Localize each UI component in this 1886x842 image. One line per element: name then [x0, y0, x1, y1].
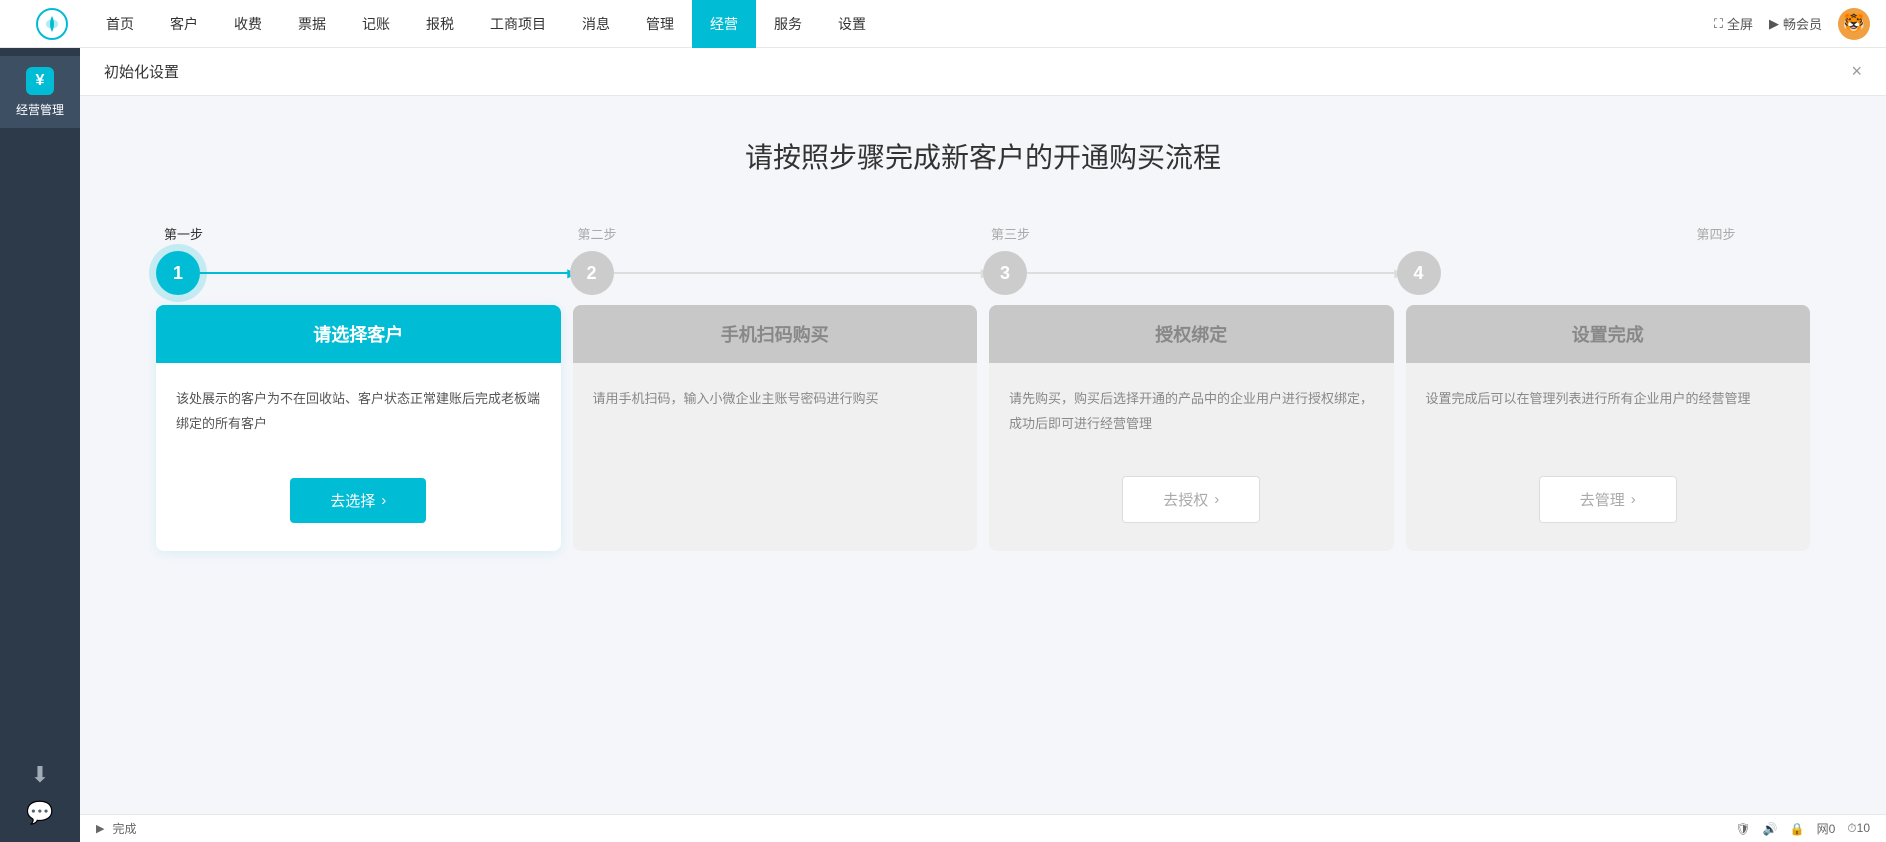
steps-progress: 第一步 1 ▶ 第二步 2 ▶ — [140, 224, 1826, 295]
time-status: ⏱10 — [1847, 821, 1870, 836]
avatar-img: 🐯 — [1838, 8, 1870, 40]
card1-body: 该处展示的客户为不在回收站、客户状态正常建账后完成老板端绑定的所有客户 — [156, 363, 561, 462]
step-card-4: 设置完成 设置完成后可以在管理列表进行所有企业用户的经营管理 去管理 › — [1406, 305, 1811, 551]
nav-item-business[interactable]: 工商项目 — [472, 0, 564, 48]
step-card-2: 手机扫码购买 请用手机扫码，输入小微企业主账号密码进行购买 — [573, 305, 978, 551]
vip-btn[interactable]: ▶ 畅会员 — [1769, 14, 1822, 33]
step2-connector: 2 ▶ — [570, 251, 984, 295]
step3-line: ▶ — [1027, 272, 1397, 274]
nav-item-service[interactable]: 服务 — [756, 0, 820, 48]
card3-title: 授权绑定 — [989, 305, 1394, 363]
step-cards: 请选择客户 该处展示的客户为不在回收站、客户状态正常建账后完成老板端绑定的所有客… — [140, 305, 1826, 551]
go-manage-label: 去管理 — [1580, 489, 1625, 510]
lock-icon: 🔒 — [1790, 822, 1805, 836]
nav-right: ⛶ 全屏 ▶ 畅会员 🐯 — [1714, 8, 1870, 40]
play-icon: ▶ — [96, 822, 104, 835]
nav-item-charge[interactable]: 收费 — [216, 0, 280, 48]
go-manage-arrow: › — [1631, 491, 1636, 508]
card2-footer — [573, 507, 978, 551]
nav-item-settings[interactable]: 设置 — [820, 0, 884, 48]
go-manage-button[interactable]: 去管理 › — [1539, 476, 1677, 523]
sidebar: ¥ 经营管理 ⬇ 💬 — [0, 48, 80, 842]
nav-item-home[interactable]: 首页 — [88, 0, 152, 48]
operation-icon-symbol: ¥ — [36, 72, 45, 90]
step1-circle: 1 — [156, 251, 200, 295]
step2-circle: 2 — [570, 251, 614, 295]
step-header-1: 第一步 1 ▶ — [156, 224, 570, 295]
download-btn[interactable]: ⬇ — [31, 762, 49, 788]
page-title: 初始化设置 — [104, 61, 179, 82]
card3-body: 请先购买，购买后选择开通的产品中的企业用户进行授权绑定，成功后即可进行经营管理 — [989, 363, 1394, 460]
step1-label: 第一步 — [156, 224, 203, 243]
content-area: 初始化设置 × 请按照步骤完成新客户的开通购买流程 第一步 1 ▶ — [80, 48, 1886, 842]
page-content: 请按照步骤完成新客户的开通购买流程 第一步 1 ▶ 第二步 — [80, 96, 1886, 814]
nav-item-customer[interactable]: 客户 — [152, 0, 216, 48]
card1-title: 请选择客户 — [156, 305, 561, 363]
card3-footer: 去授权 › — [989, 460, 1394, 551]
status-left: ▶ 完成 — [96, 820, 136, 837]
page-header: 初始化设置 × — [80, 48, 1886, 96]
step3-connector: 3 ▶ — [983, 251, 1397, 295]
status-right: 🛡 🔊 🔒 网0 ⏱10 — [1735, 820, 1870, 837]
step-header-4: 第四步 4 — [1397, 224, 1811, 295]
fullscreen-btn[interactable]: ⛶ 全屏 — [1714, 14, 1753, 33]
nav-item-manage[interactable]: 管理 — [628, 0, 692, 48]
nav-logo — [16, 8, 88, 40]
card2-body: 请用手机扫码，输入小微企业主账号密码进行购买 — [573, 363, 978, 507]
step-card-3: 授权绑定 请先购买，购买后选择开通的产品中的企业用户进行授权绑定，成功后即可进行… — [989, 305, 1394, 551]
chat-btn[interactable]: 💬 — [26, 800, 53, 826]
go-select-label: 去选择 — [330, 490, 375, 511]
step2-label: 第二步 — [570, 224, 617, 243]
step-card-1: 请选择客户 该处展示的客户为不在回收站、客户状态正常建账后完成老板端绑定的所有客… — [156, 305, 561, 551]
nav-item-tax[interactable]: 报税 — [408, 0, 472, 48]
go-authorize-arrow: › — [1214, 491, 1219, 508]
go-authorize-label: 去授权 — [1163, 489, 1208, 510]
step1-line: ▶ — [200, 272, 570, 274]
step-header-2: 第二步 2 ▶ — [570, 224, 984, 295]
step2-line: ▶ — [614, 272, 984, 274]
sidebar-bottom: ⬇ 💬 — [26, 762, 53, 826]
main-heading: 请按照步骤完成新客户的开通购买流程 — [140, 136, 1826, 176]
go-select-arrow: › — [381, 492, 386, 509]
network-status: 网0 — [1817, 820, 1836, 837]
nav-item-message[interactable]: 消息 — [564, 0, 628, 48]
speaker-icon: 🔊 — [1763, 822, 1778, 836]
nav-item-operation[interactable]: 经营 — [692, 0, 756, 48]
vip-label: 畅会员 — [1783, 14, 1822, 33]
nav-item-accounting[interactable]: 记账 — [344, 0, 408, 48]
step3-circle: 3 — [983, 251, 1027, 295]
close-button[interactable]: × — [1851, 61, 1862, 82]
fullscreen-label: 全屏 — [1727, 14, 1753, 33]
main-layout: ¥ 经营管理 ⬇ 💬 初始化设置 × 请按照步骤完成新客户的开通购买流程 第一步 — [0, 48, 1886, 842]
card4-title: 设置完成 — [1406, 305, 1811, 363]
step4-connector: 4 — [1397, 251, 1811, 295]
fullscreen-icon: ⛶ — [1714, 16, 1723, 32]
vip-icon: ▶ — [1769, 16, 1779, 32]
go-select-button[interactable]: 去选择 › — [290, 478, 426, 523]
step4-label: 第四步 — [1397, 224, 1736, 243]
status-bar: ▶ 完成 🛡 🔊 🔒 网0 ⏱10 — [80, 814, 1886, 842]
card4-footer: 去管理 › — [1406, 460, 1811, 551]
go-authorize-button[interactable]: 去授权 › — [1122, 476, 1260, 523]
nav-items: 首页 客户 收费 票据 记账 报税 工商项目 消息 管理 经营 服务 设置 — [88, 0, 1714, 48]
step1-connector: 1 ▶ — [156, 251, 570, 295]
card1-footer: 去选择 › — [156, 462, 561, 551]
step-header-3: 第三步 3 ▶ — [983, 224, 1397, 295]
status-label: 完成 — [112, 820, 136, 837]
avatar[interactable]: 🐯 — [1838, 8, 1870, 40]
nav-item-bill[interactable]: 票据 — [280, 0, 344, 48]
top-nav: 首页 客户 收费 票据 记账 报税 工商项目 消息 管理 经营 服务 设置 ⛶ … — [0, 0, 1886, 48]
card4-body: 设置完成后可以在管理列表进行所有企业用户的经营管理 — [1406, 363, 1811, 460]
sidebar-item-operation[interactable]: ¥ 经营管理 — [0, 56, 80, 128]
operation-icon: ¥ — [26, 67, 54, 95]
sidebar-item-label: 经营管理 — [16, 101, 64, 118]
shield-icon: 🛡 — [1735, 822, 1750, 836]
step3-label: 第三步 — [983, 224, 1030, 243]
card2-title: 手机扫码购买 — [573, 305, 978, 363]
step4-circle: 4 — [1397, 251, 1441, 295]
